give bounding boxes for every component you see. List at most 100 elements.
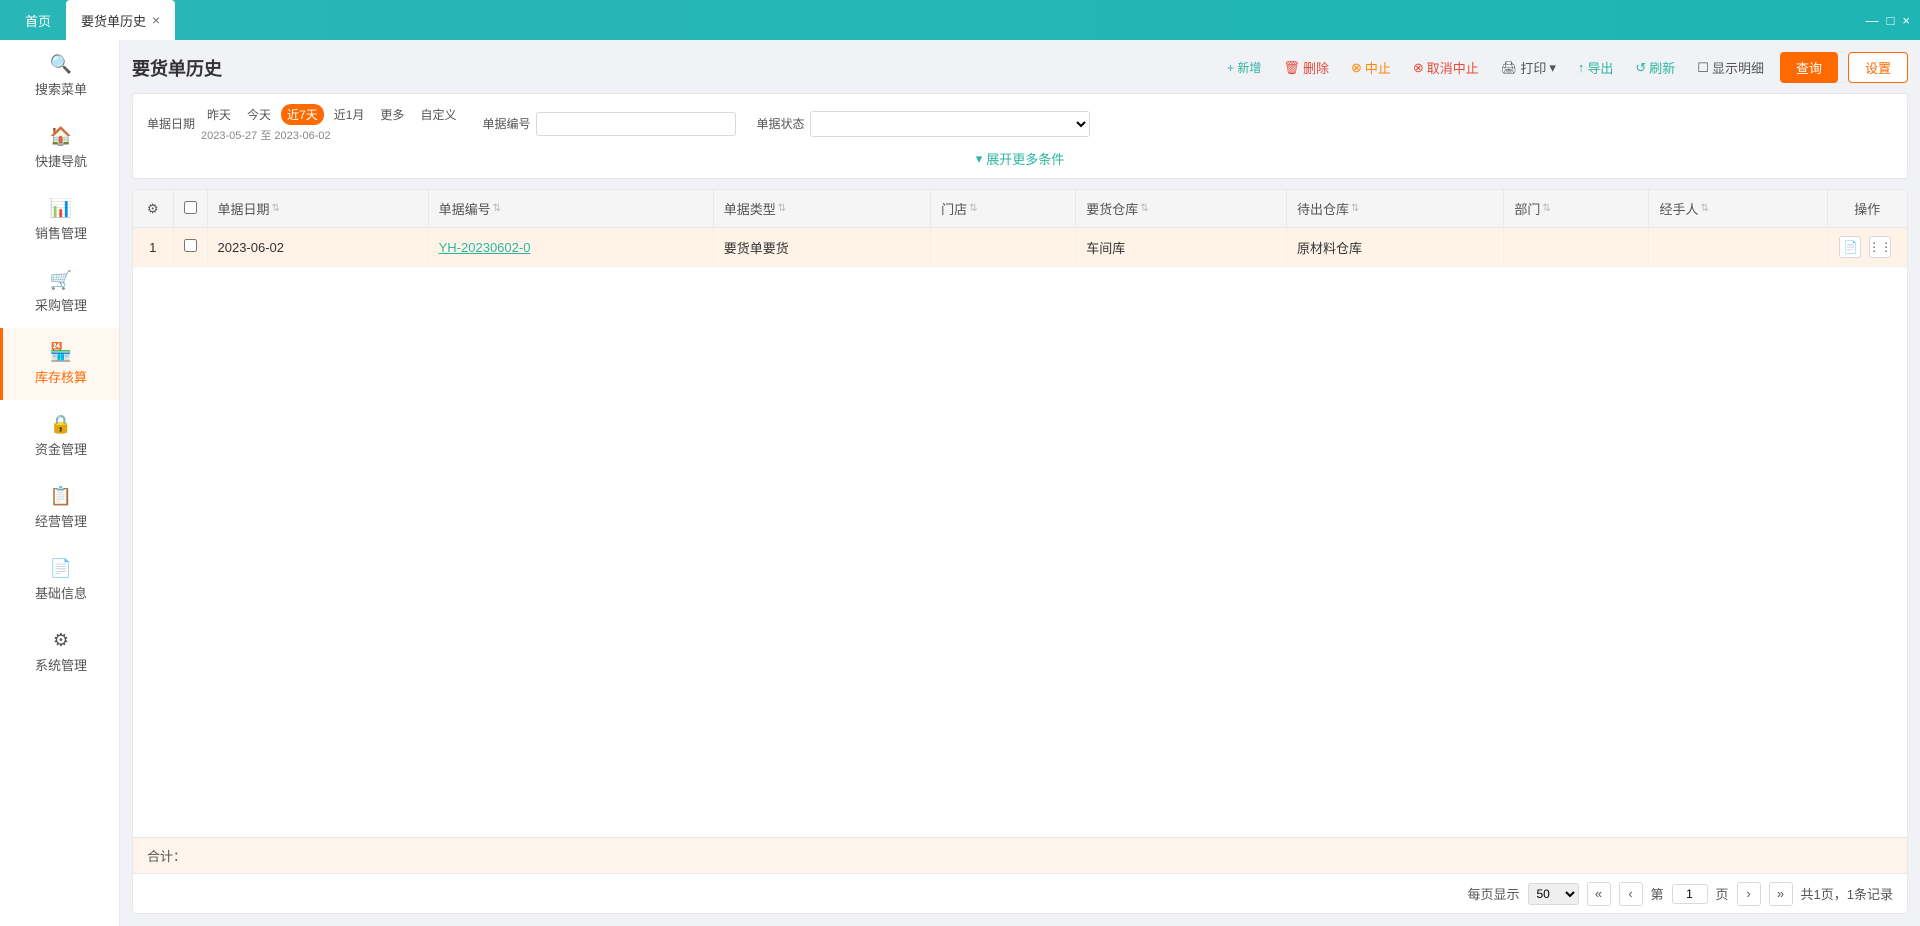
display-detail-button[interactable]: ☐ 显示明细 [1691, 54, 1770, 81]
table-header-row: ⚙ 单据日期 ⇅ [133, 190, 1907, 228]
docno-filter: 单据编号 [482, 112, 736, 136]
page-label-prefix: 第 [1651, 884, 1664, 903]
tab-home[interactable]: 首页 [10, 0, 66, 40]
maximize-icon[interactable]: □ [1887, 13, 1895, 28]
row-checkbox-cell[interactable] [173, 228, 207, 267]
expand-more[interactable]: ▾ 展开更多条件 [147, 149, 1893, 168]
delete-button[interactable]: 🗑 删除 [1277, 54, 1335, 81]
row-pending-warehouse: 原材料仓库 [1286, 228, 1503, 267]
sidebar-item-sales[interactable]: 📊 销售管理 [0, 184, 119, 256]
print-dropdown-icon: ▾ [1549, 60, 1556, 76]
sort-doctype-icon[interactable]: ⇅ [778, 203, 786, 214]
page-title: 要货单历史 [132, 55, 222, 81]
sidebar-item-inventory[interactable]: 🏪 库存核算 [0, 328, 119, 400]
sort-req-warehouse-icon[interactable]: ⇅ [1140, 203, 1148, 214]
th-ops: 操作 [1827, 190, 1907, 228]
prev-page-button[interactable]: ‹ [1619, 882, 1643, 906]
page-label-suffix: 页 [1716, 884, 1729, 903]
date-shortcut-1month[interactable]: 近1月 [328, 104, 371, 125]
sidebar-item-operation[interactable]: 📋 经营管理 [0, 472, 119, 544]
sidebar-item-finance[interactable]: 🔒 资金管理 [0, 400, 119, 472]
stop-icon: ⊗ [1351, 60, 1362, 76]
settings-button[interactable]: 设置 [1848, 52, 1908, 83]
minimize-icon[interactable]: — [1866, 13, 1879, 28]
display-checkbox-icon: ☐ [1697, 60, 1709, 76]
system-icon: ⚙ [53, 630, 69, 651]
cancel-icon: ⊗ [1413, 60, 1424, 76]
sidebar-item-search-menu[interactable]: 🔍 搜索菜单 [0, 40, 119, 112]
page-number-input[interactable] [1672, 884, 1708, 904]
stop-button[interactable]: ⊗ 中止 [1345, 54, 1397, 81]
table-scroll[interactable]: ⚙ 单据日期 ⇅ [133, 190, 1907, 837]
tab-active[interactable]: 要货单历史 × [66, 0, 175, 40]
row-checkbox[interactable] [184, 239, 197, 252]
cancel-stop-button[interactable]: ⊗ 取消中止 [1407, 54, 1485, 81]
status-label: 单据状态 [756, 115, 804, 132]
inventory-icon: 🏪 [50, 342, 72, 363]
date-shortcut-today[interactable]: 今天 [241, 104, 277, 125]
sort-dept-icon[interactable]: ⇅ [1542, 203, 1550, 214]
window-controls: — □ × [1866, 13, 1910, 28]
window-close-icon[interactable]: × [1902, 13, 1910, 28]
date-shortcuts: 昨天 今天 近7天 近1月 更多 自定义 2023-05-27 至 2023-0… [201, 104, 462, 143]
th-handler: 经手人 ⇅ [1649, 190, 1827, 228]
date-shortcut-yesterday[interactable]: 昨天 [201, 104, 237, 125]
next-page-button[interactable]: › [1737, 882, 1761, 906]
docno-link[interactable]: YH-20230602-0 [439, 240, 531, 255]
finance-icon: 🔒 [50, 414, 72, 435]
sidebar-item-basic[interactable]: 📄 基础信息 [0, 544, 119, 616]
row-store [931, 228, 1076, 267]
status-select[interactable] [810, 111, 1090, 137]
sidebar-item-label: 经营管理 [35, 511, 87, 530]
date-shortcut-custom[interactable]: 自定义 [414, 104, 462, 125]
date-shortcut-7days[interactable]: 近7天 [281, 104, 324, 125]
row-num: 1 [133, 228, 173, 267]
last-page-button[interactable]: » [1769, 882, 1793, 906]
sidebar-item-system[interactable]: ⚙ 系统管理 [0, 616, 119, 688]
date-range-display: 2023-05-27 至 2023-06-02 [201, 127, 462, 143]
select-all-checkbox[interactable] [184, 201, 197, 214]
docno-input[interactable] [536, 112, 736, 136]
th-settings[interactable]: ⚙ [133, 190, 173, 228]
sort-date-icon[interactable]: ⇅ [272, 203, 280, 214]
sidebar-item-label: 销售管理 [35, 223, 87, 242]
date-label: 单据日期 [147, 115, 195, 132]
query-button[interactable]: 查询 [1780, 52, 1838, 83]
pagination: 每页显示 50 10 20 100 « ‹ 第 页 › » 共1页，1条记录 [133, 873, 1907, 913]
sidebar-item-purchase[interactable]: 🛒 采购管理 [0, 256, 119, 328]
sidebar-item-label: 采购管理 [35, 295, 87, 314]
date-filter: 单据日期 昨天 今天 近7天 近1月 更多 自定义 2023-05-27 至 2… [147, 104, 462, 143]
top-bar: 首页 要货单历史 × — □ × [0, 0, 1920, 40]
row-handler [1649, 228, 1827, 267]
print-button[interactable]: 🖨 打印 ▾ [1495, 54, 1562, 81]
expand-icon: ▾ [976, 151, 983, 167]
sidebar-item-label: 库存核算 [35, 367, 87, 386]
sort-handler-icon[interactable]: ⇅ [1700, 203, 1708, 214]
header-actions: + 新增 🗑 删除 ⊗ 中止 ⊗ 取消中止 🖨 打印 ▾ [1221, 52, 1908, 83]
sidebar-item-quick-nav[interactable]: 🏠 快捷导航 [0, 112, 119, 184]
th-checkbox[interactable] [173, 190, 207, 228]
sidebar-item-label: 快捷导航 [35, 151, 87, 170]
row-docno[interactable]: YH-20230602-0 [428, 228, 713, 267]
sidebar-item-label: 基础信息 [35, 583, 87, 602]
per-page-label: 每页显示 [1467, 884, 1519, 903]
per-page-select[interactable]: 50 10 20 100 [1528, 883, 1579, 905]
new-button[interactable]: + 新增 [1221, 55, 1267, 80]
row-dept [1504, 228, 1649, 267]
sort-pending-warehouse-icon[interactable]: ⇅ [1351, 203, 1359, 214]
date-shortcut-more[interactable]: 更多 [374, 104, 410, 125]
content-area: 要货单历史 + 新增 🗑 删除 ⊗ 中止 ⊗ 取消中止 🖨 打印 [120, 40, 1920, 926]
row-more-button[interactable]: ⋮⋮ [1869, 236, 1891, 258]
sidebar: 🔍 搜索菜单 🏠 快捷导航 📊 销售管理 🛒 采购管理 🏪 库存核算 🔒 资金管… [0, 40, 120, 926]
row-view-button[interactable]: 📄 [1839, 236, 1861, 258]
close-tab-icon[interactable]: × [152, 13, 160, 27]
th-date: 单据日期 ⇅ [207, 190, 428, 228]
first-page-button[interactable]: « [1587, 882, 1611, 906]
export-button[interactable]: ↑ 导出 [1572, 54, 1620, 81]
delete-icon: 🗑 [1283, 60, 1300, 76]
refresh-button[interactable]: ↺ 刷新 [1629, 54, 1681, 81]
sort-store-icon[interactable]: ⇅ [969, 203, 977, 214]
th-pending-warehouse: 待出仓库 ⇅ [1286, 190, 1503, 228]
sidebar-item-label: 资金管理 [35, 439, 87, 458]
sort-docno-icon[interactable]: ⇅ [493, 203, 501, 214]
